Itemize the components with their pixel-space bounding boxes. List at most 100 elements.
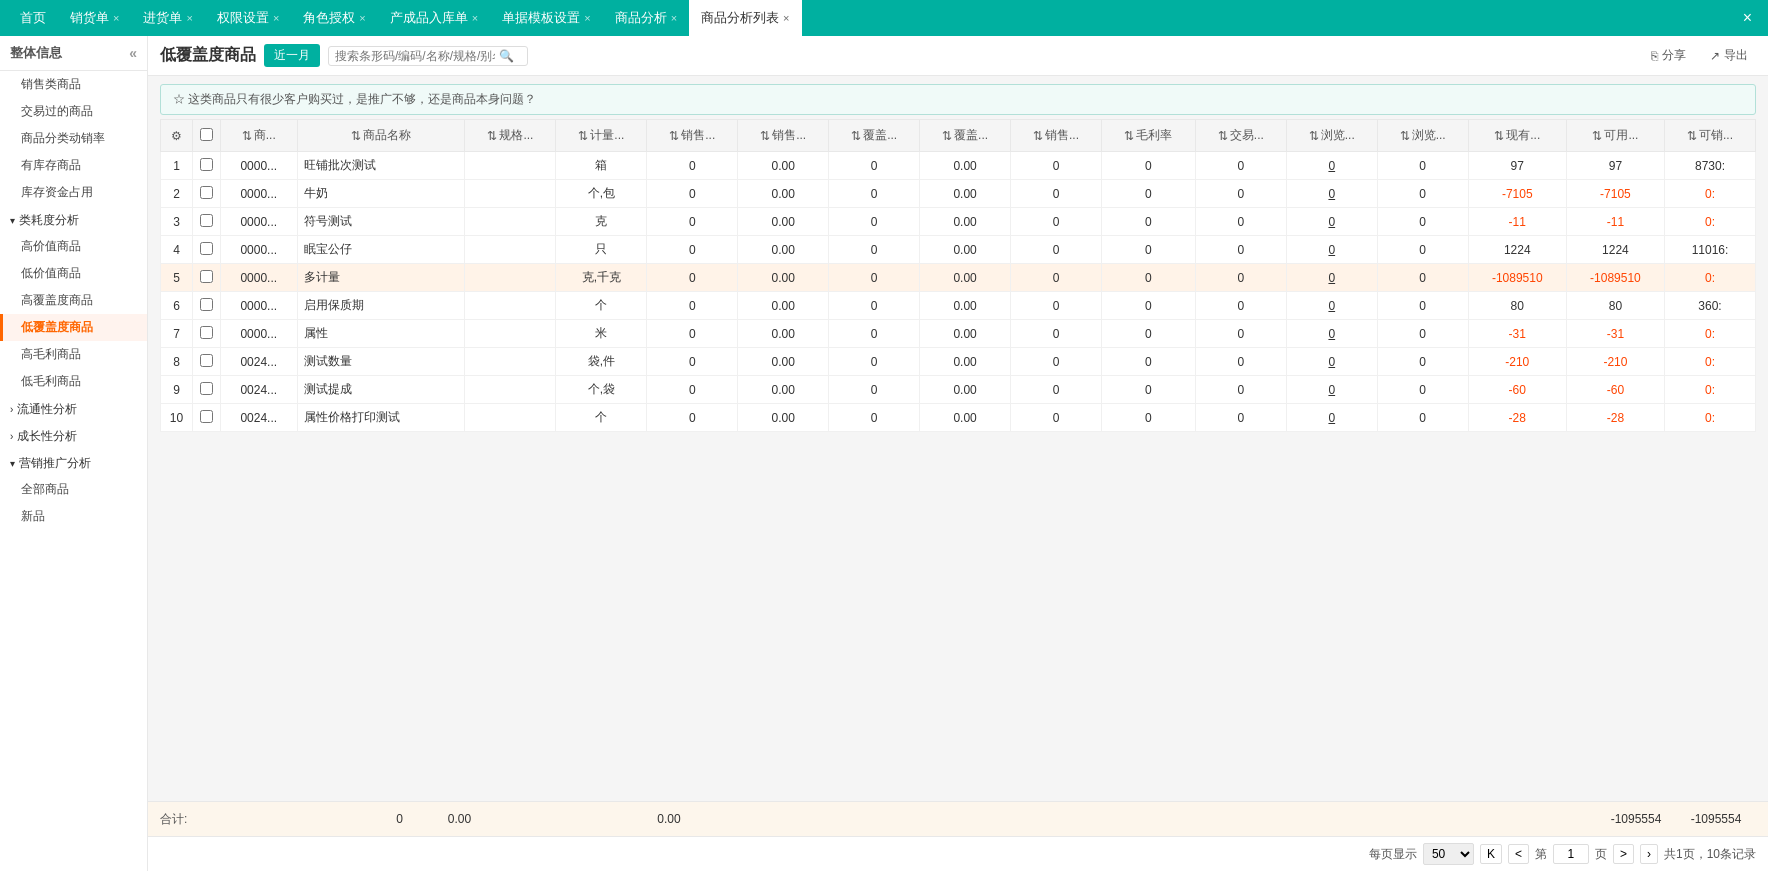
settings-icon[interactable]: ⚙ [171, 129, 182, 143]
sidebar-item-low-coverage[interactable]: 低覆盖度商品 [0, 314, 147, 341]
row-browse1[interactable]: 0 [1286, 376, 1377, 404]
row-checkbox[interactable] [193, 152, 221, 180]
row-sales-qty: 0 [647, 292, 738, 320]
row-browse1[interactable]: 0 [1286, 320, 1377, 348]
row-browse1[interactable]: 0 [1286, 208, 1377, 236]
sidebar-item-low-margin[interactable]: 低毛利商品 [0, 368, 147, 395]
sidebar-item-stock-capital[interactable]: 库存资金占用 [0, 179, 147, 206]
sidebar-item-high-margin[interactable]: 高毛利商品 [0, 341, 147, 368]
col-name[interactable]: ⇅商品名称 [297, 120, 465, 152]
next-page-button[interactable]: > [1613, 844, 1634, 864]
col-available[interactable]: ⇅可用... [1566, 120, 1664, 152]
sidebar-item-sales-products[interactable]: 销售类商品 [0, 71, 147, 98]
sidebar-group-liquidity-label[interactable]: › 流通性分析 [0, 395, 147, 422]
col-checkbox [193, 120, 221, 152]
row-checkbox[interactable] [193, 320, 221, 348]
nav-template-setting[interactable]: 单据模板设置 × [490, 0, 602, 36]
col-sales-qty[interactable]: ⇅销售... [647, 120, 738, 152]
sidebar-item-traded-products[interactable]: 交易过的商品 [0, 98, 147, 125]
nav-permission[interactable]: 权限设置 × [205, 0, 291, 36]
sidebar-group-marketing-label[interactable]: ▾ 营销推广分析 [0, 449, 147, 476]
row-browse1[interactable]: 0 [1286, 180, 1377, 208]
col-browse1[interactable]: ⇅浏览... [1286, 120, 1377, 152]
close-icon[interactable]: × [273, 12, 279, 24]
per-page-select[interactable]: 501020100 [1423, 843, 1474, 865]
col-spec[interactable]: ⇅规格... [465, 120, 556, 152]
sidebar-item-high-value[interactable]: 高价值商品 [0, 233, 147, 260]
row-checkbox[interactable] [193, 180, 221, 208]
row-checkbox[interactable] [193, 404, 221, 432]
nav-sales-order[interactable]: 销货单 × [58, 0, 131, 36]
close-icon[interactable]: × [584, 12, 590, 24]
row-sales3: 0 [1011, 320, 1102, 348]
row-checkbox[interactable] [193, 264, 221, 292]
col-cover2[interactable]: ⇅覆盖... [920, 120, 1011, 152]
sidebar-group-growth-label[interactable]: › 成长性分析 [0, 422, 147, 449]
row-browse1[interactable]: 0 [1286, 348, 1377, 376]
last-page-button[interactable]: › [1640, 844, 1658, 864]
sidebar-item-new-products[interactable]: 新品 [0, 503, 147, 530]
row-spec [465, 208, 556, 236]
window-close-button[interactable]: × [1735, 9, 1760, 27]
col-cover1[interactable]: ⇅覆盖... [829, 120, 920, 152]
row-sales-amt: 0.00 [738, 208, 829, 236]
row-checkbox[interactable] [193, 348, 221, 376]
col-unit[interactable]: ⇅计量... [556, 120, 647, 152]
period-button[interactable]: 近一月 [264, 44, 320, 67]
sidebar-group-consumption-label[interactable]: ▾ 类耗度分析 [0, 206, 147, 233]
share-button[interactable]: ⎘ 分享 [1643, 44, 1694, 67]
col-browse2[interactable]: ⇅浏览... [1377, 120, 1468, 152]
nav-product-inbound[interactable]: 产成品入库单 × [378, 0, 490, 36]
close-icon[interactable]: × [113, 12, 119, 24]
row-spec [465, 404, 556, 432]
sidebar-item-with-stock[interactable]: 有库存商品 [0, 152, 147, 179]
row-browse1[interactable]: 0 [1286, 152, 1377, 180]
nav-product-analysis[interactable]: 商品分析 × [603, 0, 689, 36]
nav-role[interactable]: 角色授权 × [291, 0, 377, 36]
sidebar-item-all-products[interactable]: 全部商品 [0, 476, 147, 503]
row-checkbox[interactable] [193, 376, 221, 404]
row-sales3: 0 [1011, 152, 1102, 180]
row-code: 0000... [221, 320, 298, 348]
row-code: 0000... [221, 292, 298, 320]
sidebar-item-low-value[interactable]: 低价值商品 [0, 260, 147, 287]
row-browse1[interactable]: 0 [1286, 292, 1377, 320]
row-checkbox[interactable] [193, 236, 221, 264]
close-icon[interactable]: × [472, 12, 478, 24]
nav-home[interactable]: 首页 [8, 0, 58, 36]
prev-page-button[interactable]: < [1508, 844, 1529, 864]
col-code[interactable]: ⇅商... [221, 120, 298, 152]
sidebar-collapse-button[interactable]: « [129, 45, 137, 61]
sidebar-item-category-turnover[interactable]: 商品分类动销率 [0, 125, 147, 152]
row-sales-amt: 0.00 [738, 264, 829, 292]
row-spec [465, 180, 556, 208]
row-cover2: 0.00 [920, 404, 1011, 432]
search-icon[interactable]: 🔍 [499, 49, 514, 63]
close-icon[interactable]: × [671, 12, 677, 24]
col-trade[interactable]: ⇅交易... [1195, 120, 1286, 152]
first-page-button[interactable]: K [1480, 844, 1502, 864]
row-checkbox[interactable] [193, 292, 221, 320]
col-sales3[interactable]: ⇅销售... [1011, 120, 1102, 152]
export-button[interactable]: ↗ 导出 [1702, 44, 1756, 67]
col-sellable[interactable]: ⇅可销... [1664, 120, 1755, 152]
nav-purchase[interactable]: 进货单 × [131, 0, 204, 36]
select-all-checkbox[interactable] [200, 128, 213, 141]
row-browse1[interactable]: 0 [1286, 236, 1377, 264]
search-input[interactable] [335, 49, 495, 63]
row-browse1[interactable]: 0 [1286, 264, 1377, 292]
close-icon[interactable]: × [359, 12, 365, 24]
nav-product-analysis-list[interactable]: 商品分析列表 × [689, 0, 801, 36]
close-icon[interactable]: × [783, 12, 789, 24]
row-browse1[interactable]: 0 [1286, 404, 1377, 432]
row-available: -1089510 [1566, 264, 1664, 292]
row-trade: 0 [1195, 180, 1286, 208]
col-sales-amt[interactable]: ⇅销售... [738, 120, 829, 152]
row-checkbox[interactable] [193, 208, 221, 236]
row-gross-margin: 0 [1101, 320, 1195, 348]
col-current-stock[interactable]: ⇅现有... [1468, 120, 1566, 152]
sidebar-item-high-coverage[interactable]: 高覆盖度商品 [0, 287, 147, 314]
close-icon[interactable]: × [186, 12, 192, 24]
page-number-input[interactable] [1553, 844, 1589, 864]
col-gross-margin[interactable]: ⇅毛利率 [1101, 120, 1195, 152]
